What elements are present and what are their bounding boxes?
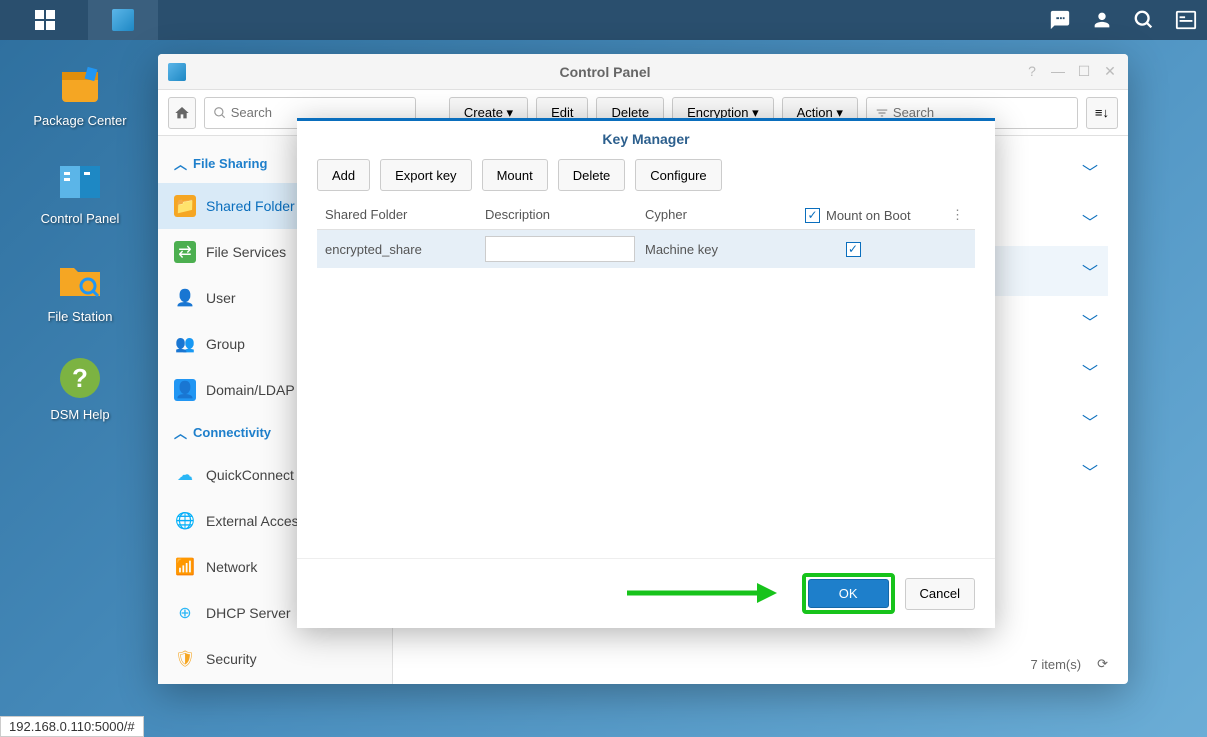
status-url: 192.168.0.110:5000/# <box>0 716 144 737</box>
cell-description <box>485 236 645 262</box>
user-icon: 👤 <box>174 287 196 309</box>
expand-row-chevron[interactable]: ﹀ <box>1082 459 1098 483</box>
modal-toolbar: Add Export key Mount Delete Configure <box>297 153 995 197</box>
sidebar-item-label: User <box>206 290 236 306</box>
file-services-icon: ⇄ <box>174 241 196 263</box>
ok-highlight: OK <box>802 573 895 614</box>
sidebar-item-label: Shared Folder <box>206 198 295 214</box>
file-station-icon <box>56 256 104 304</box>
globe-icon: 🌐 <box>174 510 196 532</box>
control-panel-icon <box>112 9 134 31</box>
chat-icon[interactable] <box>1049 9 1071 31</box>
expand-row-chevron[interactable]: ﹀ <box>1082 409 1098 433</box>
expand-row-chevron[interactable]: ﹀ <box>1082 359 1098 383</box>
cancel-button[interactable]: Cancel <box>905 578 975 610</box>
refresh-button[interactable]: ⟳ <box>1097 656 1108 672</box>
row-checkbox[interactable]: ✓ <box>846 242 861 257</box>
modal-footer: OK Cancel <box>297 558 995 628</box>
expand-row-chevron[interactable]: ﹀ <box>1082 309 1098 333</box>
user-icon[interactable] <box>1091 9 1113 31</box>
key-manager-modal: Key Manager Add Export key Mount Delete … <box>297 118 995 628</box>
taskbar-right <box>1049 9 1197 31</box>
window-title: Control Panel <box>186 64 1024 80</box>
shield-icon: 🛡 <box>174 648 196 670</box>
desktop-icons: Package Center Control Panel File Statio… <box>30 60 130 422</box>
taskbar <box>0 0 1207 40</box>
cell-cypher: Machine key <box>645 242 805 257</box>
delete-key-button[interactable]: Delete <box>558 159 626 191</box>
group-icon: 👥 <box>174 333 196 355</box>
ok-button[interactable]: OK <box>808 579 889 608</box>
cell-mount-on-boot: ✓ <box>805 242 951 257</box>
column-menu[interactable]: ⋮ <box>951 207 967 223</box>
table-row[interactable]: encrypted_share Machine key ✓ <box>317 230 975 268</box>
home-icon <box>174 105 190 121</box>
package-icon <box>56 60 104 108</box>
ldap-icon: 👤 <box>174 379 196 401</box>
key-table: Shared Folder Description Cypher ✓ Mount… <box>317 201 975 268</box>
desktop-icon-label: Control Panel <box>41 211 120 226</box>
dhcp-icon: ⊕ <box>174 602 196 624</box>
arrow-annotation <box>627 581 777 605</box>
desktop-icon-dsm-help[interactable]: ? DSM Help <box>30 354 130 422</box>
sidebar-item-label: Security <box>206 651 257 667</box>
col-description[interactable]: Description <box>485 207 645 223</box>
col-shared-folder[interactable]: Shared Folder <box>325 207 485 223</box>
svg-text:?: ? <box>72 363 88 393</box>
sidebar-item-label: File Services <box>206 244 286 260</box>
search-icon[interactable] <box>1133 9 1155 31</box>
export-key-button[interactable]: Export key <box>380 159 471 191</box>
col-mount-on-boot[interactable]: ✓ Mount on Boot <box>805 207 951 223</box>
window-controls: ? — ☐ ✕ <box>1024 63 1118 80</box>
grid-icon <box>35 10 55 30</box>
close-button[interactable]: ✕ <box>1102 63 1118 80</box>
chevron-up-icon: ︿ <box>174 154 187 173</box>
desktop-icon-file-station[interactable]: File Station <box>30 256 130 324</box>
modal-title: Key Manager <box>297 121 995 153</box>
expand-row-chevron[interactable]: ﹀ <box>1082 209 1098 233</box>
header-checkbox[interactable]: ✓ <box>805 208 820 223</box>
desktop-icon-label: File Station <box>47 309 112 324</box>
cell-shared-folder: encrypted_share <box>325 242 485 257</box>
content-footer: 7 item(s) ⟳ <box>1031 656 1108 672</box>
taskbar-app-control-panel[interactable] <box>88 0 158 40</box>
desktop-icon-control-panel[interactable]: Control Panel <box>30 158 130 226</box>
window-titlebar[interactable]: Control Panel ? — ☐ ✕ <box>158 54 1128 90</box>
sidebar-item-label: Network <box>206 559 257 575</box>
widgets-icon[interactable] <box>1175 9 1197 31</box>
table-header: Shared Folder Description Cypher ✓ Mount… <box>317 201 975 230</box>
help-icon: ? <box>56 354 104 402</box>
window-app-icon <box>168 63 186 81</box>
sidebar-item-label: Group <box>206 336 245 352</box>
main-menu-button[interactable] <box>10 0 80 40</box>
cloud-icon: ☁ <box>174 464 196 486</box>
col-cypher[interactable]: Cypher <box>645 207 805 223</box>
home-button[interactable] <box>168 97 196 129</box>
folder-icon: 📁 <box>174 195 196 217</box>
expand-row-chevron[interactable]: ﹀ <box>1082 259 1098 283</box>
item-count: 7 item(s) <box>1031 657 1082 672</box>
maximize-button[interactable]: ☐ <box>1076 63 1092 80</box>
desktop-icon-package-center[interactable]: Package Center <box>30 60 130 128</box>
search-icon <box>213 106 227 120</box>
control-panel-icon <box>56 158 104 206</box>
minimize-button[interactable]: — <box>1050 63 1066 80</box>
sidebar-item-label: External Access <box>206 513 306 529</box>
taskbar-left <box>10 0 158 40</box>
sidebar-item-label: Domain/LDAP <box>206 382 295 398</box>
desktop-icon-label: Package Center <box>33 113 126 128</box>
mount-button[interactable]: Mount <box>482 159 548 191</box>
network-icon: 📶 <box>174 556 196 578</box>
add-button[interactable]: Add <box>317 159 370 191</box>
expand-row-chevron[interactable]: ﹀ <box>1082 159 1098 183</box>
sidebar-item-security[interactable]: 🛡 Security <box>158 636 392 682</box>
chevron-up-icon: ︿ <box>174 423 187 442</box>
sort-button[interactable]: ≡↓ <box>1086 97 1118 129</box>
configure-button[interactable]: Configure <box>635 159 721 191</box>
desktop-icon-label: DSM Help <box>50 407 109 422</box>
sidebar-item-label: QuickConnect <box>206 467 294 483</box>
help-button[interactable]: ? <box>1024 63 1040 80</box>
description-input[interactable] <box>485 236 635 262</box>
sidebar-item-label: DHCP Server <box>206 605 291 621</box>
